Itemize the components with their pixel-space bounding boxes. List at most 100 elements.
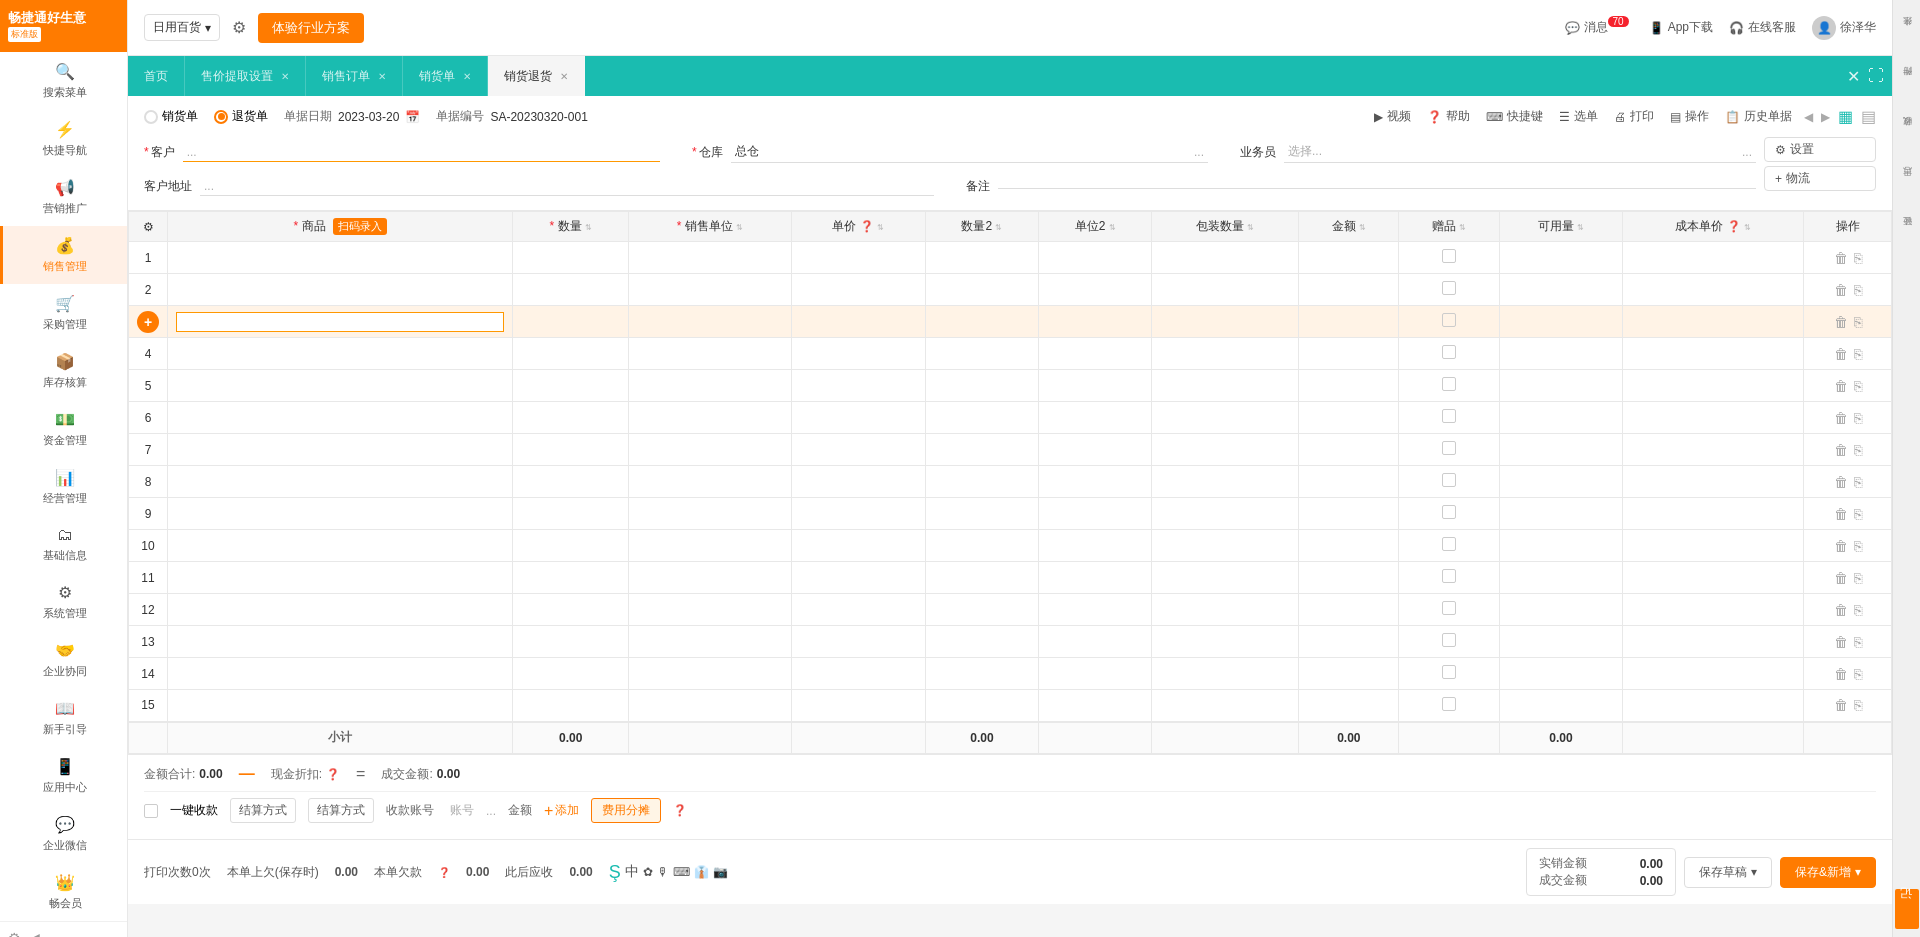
cost-cell[interactable] <box>1623 530 1804 562</box>
qty-cell[interactable] <box>513 434 629 466</box>
qty2-sort-icon[interactable]: ⇅ <box>995 223 1002 232</box>
video-btn[interactable]: ▶ 视频 <box>1370 106 1415 127</box>
unit-cell[interactable] <box>629 690 792 722</box>
available-cell[interactable] <box>1499 690 1623 722</box>
delete-icon[interactable]: 🗑 <box>1834 570 1848 586</box>
cost-cell[interactable] <box>1623 498 1804 530</box>
price-cell[interactable] <box>791 274 925 306</box>
pack-cell[interactable] <box>1152 466 1299 498</box>
pack-cell[interactable] <box>1152 530 1299 562</box>
sidebar-settings-icon[interactable]: ⚙ <box>8 930 21 937</box>
unit-cell[interactable] <box>629 594 792 626</box>
unit2-cell[interactable] <box>1039 498 1152 530</box>
product-input[interactable] <box>176 312 504 332</box>
product-cell[interactable] <box>168 434 513 466</box>
app-download-button[interactable]: 📱 App下载 <box>1649 19 1713 36</box>
product-cell[interactable] <box>168 658 513 690</box>
gift-checkbox[interactable] <box>1442 505 1456 519</box>
tab-4[interactable]: 销货退货✕ <box>488 56 585 96</box>
unit2-cell[interactable] <box>1039 530 1152 562</box>
pack-cell[interactable] <box>1152 338 1299 370</box>
unit-cell[interactable] <box>629 306 792 338</box>
expand-icon[interactable]: ⛶ <box>1868 67 1884 85</box>
address-input[interactable]: ... <box>200 177 934 196</box>
gift-checkbox[interactable] <box>1442 409 1456 423</box>
sidebar-item-0[interactable]: 🔍搜索菜单 <box>0 52 127 110</box>
price-cell[interactable] <box>791 370 925 402</box>
save-new-button[interactable]: 保存&新增 ▾ <box>1780 857 1876 888</box>
qty-cell[interactable] <box>513 658 629 690</box>
price-cell[interactable] <box>791 306 925 338</box>
cost-cell[interactable] <box>1623 306 1804 338</box>
amount-cell[interactable] <box>1299 626 1399 658</box>
remark-input[interactable] <box>998 184 1756 189</box>
radio-shipment[interactable]: 销货单 <box>144 108 198 125</box>
available-cell[interactable] <box>1499 498 1623 530</box>
qty2-cell[interactable] <box>925 690 1038 722</box>
add-row-btn[interactable]: + <box>137 311 159 333</box>
tab-3[interactable]: 销货单✕ <box>403 56 488 96</box>
qty2-cell[interactable] <box>925 434 1038 466</box>
trial-button[interactable]: 体验行业方案 <box>258 13 364 43</box>
sidebar-item-13[interactable]: 💬企业微信 <box>0 805 127 863</box>
operate-btn[interactable]: ▤ 操作 <box>1666 106 1713 127</box>
qty2-cell[interactable] <box>925 242 1038 274</box>
available-cell[interactable] <box>1499 466 1623 498</box>
cost-cell[interactable] <box>1623 370 1804 402</box>
cost-cell[interactable] <box>1623 274 1804 306</box>
price-cell[interactable] <box>791 690 925 722</box>
cost-cell[interactable] <box>1623 402 1804 434</box>
radio-return[interactable]: 退货单 <box>214 108 268 125</box>
one-key-pay-checkbox[interactable] <box>144 804 158 818</box>
available-cell[interactable] <box>1499 562 1623 594</box>
product-cell[interactable] <box>168 242 513 274</box>
unit2-cell[interactable] <box>1039 626 1152 658</box>
delete-icon[interactable]: 🗑 <box>1834 346 1848 362</box>
available-cell[interactable] <box>1499 530 1623 562</box>
tab-close-1[interactable]: ✕ <box>281 71 289 82</box>
available-cell[interactable] <box>1499 242 1623 274</box>
amount-cell[interactable] <box>1299 530 1399 562</box>
history-btn[interactable]: 📋 历史单据 <box>1721 106 1796 127</box>
amount-cell[interactable] <box>1299 370 1399 402</box>
qty-cell[interactable] <box>513 402 629 434</box>
qty-cell[interactable] <box>513 562 629 594</box>
qty2-cell[interactable] <box>925 626 1038 658</box>
unit-cell[interactable] <box>629 338 792 370</box>
qty-cell[interactable] <box>513 466 629 498</box>
available-cell[interactable] <box>1499 658 1623 690</box>
unit2-cell[interactable] <box>1039 594 1152 626</box>
gift-checkbox[interactable] <box>1442 249 1456 263</box>
available-cell[interactable] <box>1499 626 1623 658</box>
product-cell[interactable] <box>168 530 513 562</box>
price-cell[interactable] <box>791 466 925 498</box>
list-view-icon[interactable]: ▤ <box>1861 107 1876 126</box>
pack-cell[interactable] <box>1152 626 1299 658</box>
gift-checkbox[interactable] <box>1442 665 1456 679</box>
copy-icon[interactable]: ⎘ <box>1854 666 1862 682</box>
copy-icon[interactable]: ⎘ <box>1854 538 1862 554</box>
price-sort-icon[interactable]: ⇅ <box>877 223 884 232</box>
product-cell[interactable] <box>168 306 513 338</box>
gift-checkbox[interactable] <box>1442 377 1456 391</box>
sidebar-item-9[interactable]: ⚙系统管理 <box>0 573 127 631</box>
unit2-sort-icon[interactable]: ⇅ <box>1109 223 1116 232</box>
product-cell[interactable] <box>168 274 513 306</box>
qty-cell[interactable] <box>513 242 629 274</box>
gift-checkbox[interactable] <box>1442 345 1456 359</box>
product-cell[interactable] <box>168 498 513 530</box>
unit2-cell[interactable] <box>1039 562 1152 594</box>
discount-help-icon[interactable]: ❓ <box>326 768 340 781</box>
settings-button[interactable]: ⚙ 设置 <box>1764 137 1876 162</box>
qty-cell[interactable] <box>513 690 629 722</box>
qty2-cell[interactable] <box>925 466 1038 498</box>
copy-icon[interactable]: ⎘ <box>1854 378 1862 394</box>
qty-cell[interactable] <box>513 594 629 626</box>
qty-cell[interactable] <box>513 306 629 338</box>
price-cell[interactable] <box>791 242 925 274</box>
unit-cell[interactable] <box>629 434 792 466</box>
tab-1[interactable]: 售价提取设置✕ <box>185 56 306 96</box>
cost-cell[interactable] <box>1623 690 1804 722</box>
qty-cell[interactable] <box>513 530 629 562</box>
product-cell[interactable] <box>168 690 513 722</box>
